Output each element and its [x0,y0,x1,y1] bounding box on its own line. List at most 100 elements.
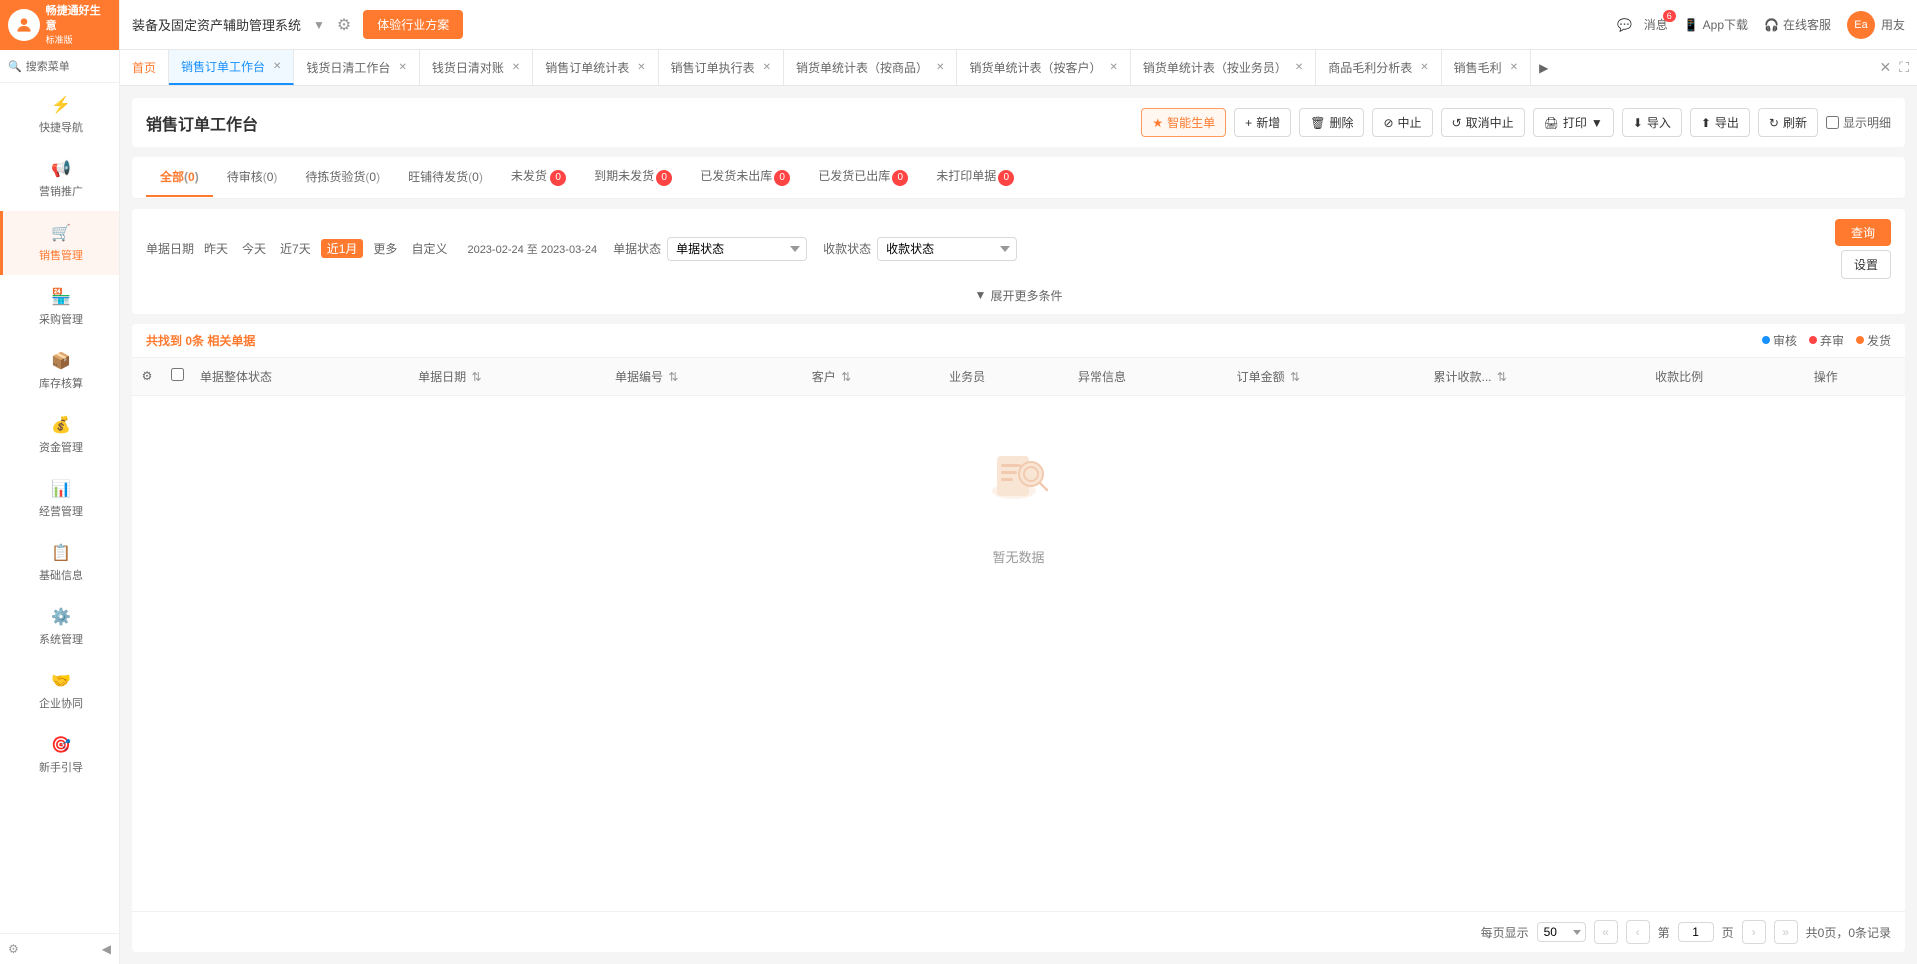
add-btn[interactable]: + 新增 [1234,108,1291,137]
settings-icon[interactable]: ⚙ [8,942,19,956]
filter-date-last7[interactable]: 近7天 [276,238,315,259]
first-page-btn[interactable]: « [1594,920,1618,944]
pagination-info: 共0页，0条记录 [1806,924,1891,941]
sort-date-icon[interactable]: ⇅ [471,370,481,384]
audit-dot [1762,336,1770,344]
subtab-overdue-unshipped[interactable]: 到期未发货0 [580,157,686,198]
sidebar-item-basic[interactable]: 📋 基础信息 [0,531,119,595]
detail-checkbox[interactable]: 显示明细 [1826,114,1891,131]
tab-sales-stat[interactable]: 销售订单统计表 ✕ [533,50,658,85]
tab-close-cash-daily[interactable]: ✕ [398,62,406,73]
sort-customer-icon[interactable]: ⇅ [841,370,851,384]
delete-btn[interactable]: 🗑 删除 [1299,108,1364,137]
tab-home[interactable]: 首页 [120,50,169,85]
user-area[interactable]: Ea 用友 [1847,11,1905,39]
tab-cash-daily[interactable]: 钱货日清工作台 ✕ [294,50,419,85]
tab-cash-account[interactable]: 钱货日清对账 ✕ [420,50,533,85]
print-btn[interactable]: 🖨 打印 ▼ [1533,108,1614,137]
subtab-pending-review[interactable]: 待审核(0) [213,158,292,197]
tab-close-sales-by-staff[interactable]: ✕ [1295,62,1303,73]
next-page-btn[interactable]: › [1742,920,1766,944]
sidebar-item-system[interactable]: ⚙️ 系统管理 [0,595,119,659]
subtab-wangpu-ship[interactable]: 旺铺待发货(0) [394,158,497,197]
filter-status-select[interactable]: 单据状态 [667,237,807,261]
table-scroll-area[interactable]: ⚙ 单据整体状态 单据日期 ⇅ 单据编号 ⇅ [132,358,1905,912]
sidebar-item-marketing[interactable]: 📢 营销推广 [0,147,119,211]
cancel-audit-dot [1809,336,1817,344]
sidebar-search[interactable]: 🔍 搜索菜单 [0,50,119,83]
tab-close-sales-exec[interactable]: ✕ [763,62,771,73]
filter-date-1month[interactable]: 近1月 [321,239,364,258]
sidebar-item-finance[interactable]: 💰 资金管理 [0,403,119,467]
cancel-audit-action[interactable]: 弃审 [1809,332,1844,349]
tab-sales-by-product[interactable]: 销货单统计表（按商品） ✕ [784,50,957,85]
sidebar-item-sales[interactable]: 🛒 销售管理 [0,211,119,275]
col-settings[interactable]: ⚙ [132,358,162,396]
import-btn[interactable]: ⬇ 导入 [1622,108,1682,137]
sort-amount-icon[interactable]: ⇅ [1290,370,1300,384]
tab-more-btn[interactable]: ▶ [1531,50,1556,85]
tab-action-maximize-icon[interactable]: ⛶ [1897,57,1911,78]
tab-sales-by-staff[interactable]: 销货单统计表（按业务员） ✕ [1131,50,1316,85]
tab-gross-profit[interactable]: 商品毛利分析表 ✕ [1316,50,1441,85]
page-title: 销售订单工作台 [146,111,258,135]
industry-btn[interactable]: 体验行业方案 [363,10,463,39]
dropdown-arrow-icon[interactable]: ▼ [313,18,325,32]
tab-sales-by-customer[interactable]: 销货单统计表（按客户） ✕ [957,50,1130,85]
detail-checkbox-input[interactable] [1826,116,1839,129]
sidebar-item-purchase[interactable]: 🏪 采购管理 [0,275,119,339]
sidebar-item-guide[interactable]: 🎯 新手引导 [0,723,119,787]
col-check[interactable] [162,358,192,396]
subtab-unshipped[interactable]: 未发货 0 [497,157,580,198]
topbar-settings-icon[interactable]: ⚙ [337,15,351,35]
ship-action[interactable]: 发货 [1856,332,1891,349]
filter-payment-select[interactable]: 收款状态 [877,237,1017,261]
online-service[interactable]: 🎧 在线客服 [1764,16,1831,33]
basic-icon: 📋 [51,543,71,563]
tab-sales-workbench[interactable]: 销售订单工作台 ✕ [169,50,294,85]
tab-action-close-icon[interactable]: ✕ [1877,57,1893,78]
subtab-shipped-out[interactable]: 已发货已出库0 [804,157,922,198]
subtab-shipped-not-out[interactable]: 已发货未出库0 [686,157,804,198]
tab-close-sales-more[interactable]: ✕ [1510,62,1518,73]
prev-page-btn[interactable]: ‹ [1626,920,1650,944]
filter-date-custom[interactable]: 自定义 [407,238,451,259]
tab-sales-more[interactable]: 销售毛利 ✕ [1442,50,1531,85]
subtab-unprinted[interactable]: 未打印单据0 [922,157,1028,198]
query-btn[interactable]: 查询 [1835,219,1891,246]
sidebar-item-enterprise[interactable]: 🤝 企业协同 [0,659,119,723]
sort-no-icon[interactable]: ⇅ [668,370,678,384]
filter-date-yesterday[interactable]: 昨天 [200,238,232,259]
sort-collected-icon[interactable]: ⇅ [1497,370,1507,384]
last-page-btn[interactable]: » [1774,920,1798,944]
tab-close-sales-stat[interactable]: ✕ [637,62,645,73]
subtab-all[interactable]: 全部(0) [146,158,213,197]
tab-close-sales-workbench[interactable]: ✕ [273,61,281,72]
page-size-select[interactable]: 50 10 20 100 [1537,922,1586,942]
sidebar-item-operations[interactable]: 📊 经营管理 [0,467,119,531]
ai-generate-btn[interactable]: ★ 智能生单 [1141,108,1226,137]
tab-sales-exec[interactable]: 销售订单执行表 ✕ [659,50,784,85]
collapse-icon[interactable]: ◀ [102,942,111,956]
tab-close-gross-profit[interactable]: ✕ [1420,62,1428,73]
refresh-btn[interactable]: ↻ 刷新 [1758,108,1818,137]
tab-close-sales-by-customer[interactable]: ✕ [1109,62,1117,73]
tab-close-sales-by-product[interactable]: ✕ [936,62,944,73]
filter-date-more[interactable]: 更多 [369,238,401,259]
audit-action[interactable]: 审核 [1762,332,1797,349]
filter-date-today[interactable]: 今天 [238,238,270,259]
empty-text: 暂无数据 [992,547,1044,566]
setting-btn[interactable]: 设置 [1841,250,1891,279]
subtab-pending-inspect[interactable]: 待拣货验货(0) [291,158,394,197]
page-number-input[interactable] [1678,922,1714,942]
message-badge[interactable]: 💬 6 消息 [1617,16,1667,33]
cancel-pause-btn[interactable]: ↺ 取消中止 [1441,108,1525,137]
export-btn[interactable]: ⬆ 导出 [1690,108,1750,137]
tab-close-cash-account[interactable]: ✕ [512,62,520,73]
app-download[interactable]: 📱 App下载 [1684,16,1748,33]
sidebar-item-quick-nav[interactable]: ⚡ 快捷导航 [0,83,119,147]
select-all-checkbox[interactable] [171,368,184,381]
pause-btn[interactable]: ⊘ 中止 [1372,108,1432,137]
sidebar-item-inventory[interactable]: 📦 库存核算 [0,339,119,403]
expand-filter-btn[interactable]: ▼ 展开更多条件 [975,287,1063,304]
